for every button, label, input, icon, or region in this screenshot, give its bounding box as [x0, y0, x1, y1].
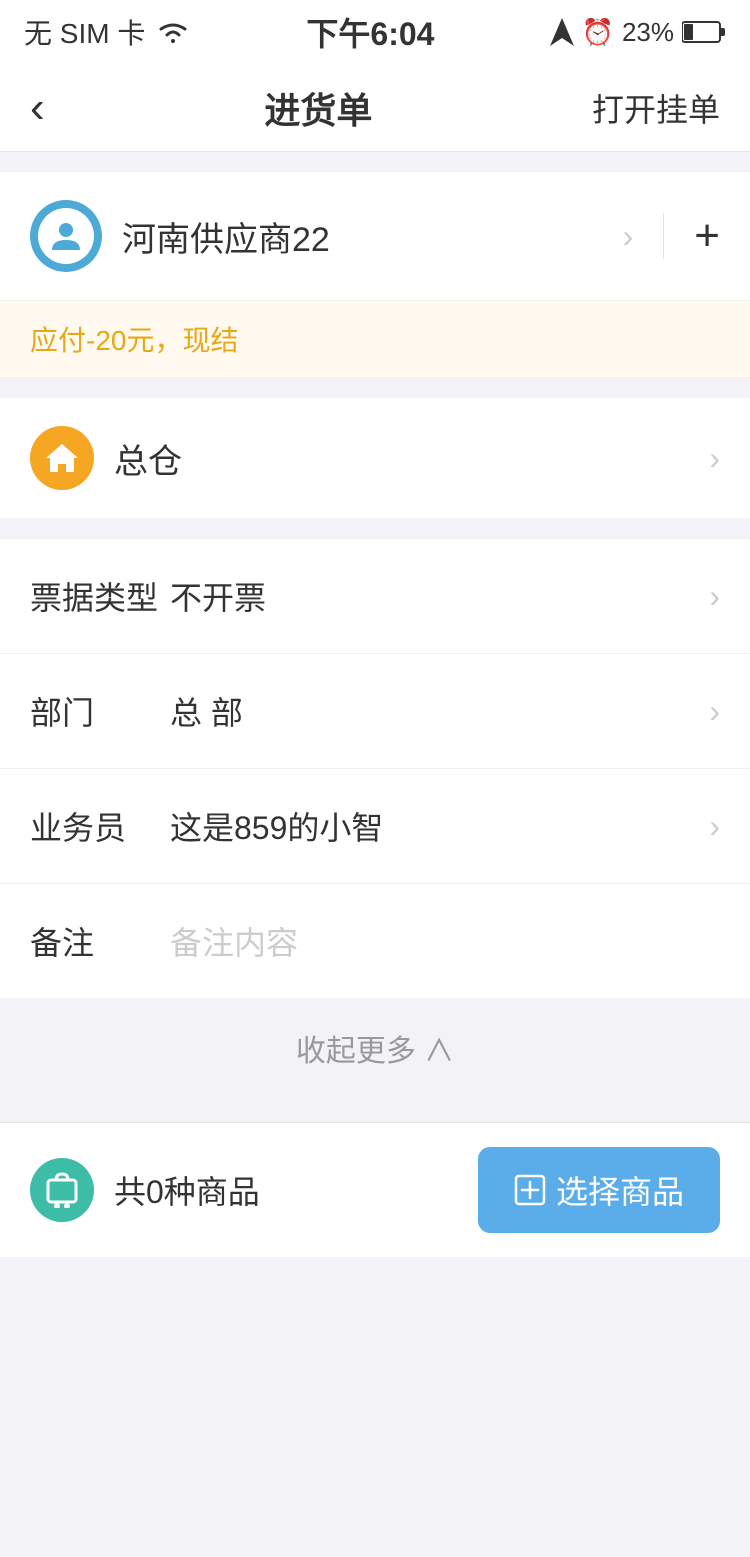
divider-2	[0, 378, 750, 398]
alarm-icon: ⏰	[582, 17, 614, 48]
remark-label: 备注	[30, 918, 170, 964]
warehouse-section: 总仓 ›	[0, 398, 750, 518]
salesperson-row[interactable]: 业务员 这是859的小智 ›	[0, 768, 750, 883]
network-status: 无 SIM 卡	[24, 12, 145, 52]
department-chevron-icon: ›	[709, 693, 720, 730]
status-time: 下午6:04	[306, 9, 434, 55]
open-hang-button[interactable]: 打开挂单	[592, 85, 720, 131]
add-supplier-button[interactable]: +	[694, 214, 720, 258]
battery-text: 23%	[622, 17, 674, 48]
divider-3	[0, 518, 750, 538]
supplier-name: 河南供应商22	[122, 212, 623, 261]
status-bar: 无 SIM 卡 下午6:04 ⏰ 23%	[0, 0, 750, 64]
select-product-button[interactable]: 选择商品	[478, 1147, 720, 1233]
product-count: 共0种商品	[114, 1167, 478, 1213]
cart-icon	[44, 1172, 80, 1208]
divider-top	[0, 152, 750, 172]
supplier-avatar	[30, 200, 102, 272]
vertical-divider	[663, 212, 664, 260]
remark-placeholder: 备注内容	[170, 918, 720, 964]
warehouse-chevron-icon: ›	[709, 440, 720, 477]
supplier-chevron-icon: ›	[623, 218, 634, 255]
house-icon	[44, 440, 80, 476]
product-bar: 共0种商品 选择商品	[0, 1122, 750, 1257]
avatar-inner	[38, 208, 94, 264]
supplier-row[interactable]: 河南供应商22 › +	[0, 172, 750, 301]
department-value: 总 部	[170, 688, 709, 734]
invoice-type-label: 票据类型	[30, 573, 170, 619]
back-button[interactable]: ‹	[30, 86, 45, 130]
notice-text: 应付-20元，现结	[30, 325, 238, 356]
select-product-icon	[514, 1174, 546, 1206]
warehouse-name: 总仓	[114, 434, 709, 483]
status-right: ⏰ 23%	[550, 17, 726, 48]
notice-banner: 应付-20元，现结	[0, 301, 750, 378]
department-label: 部门	[30, 688, 170, 734]
page-background	[0, 1257, 750, 1557]
salesperson-chevron-icon: ›	[709, 808, 720, 845]
warehouse-icon-wrap	[30, 426, 94, 490]
collapse-label: 收起更多 ∧	[296, 1026, 454, 1070]
invoice-type-value: 不开票	[170, 573, 709, 619]
person-icon	[50, 220, 82, 252]
battery-icon	[682, 20, 726, 44]
remark-row[interactable]: 备注 备注内容	[0, 883, 750, 998]
select-product-label: 选择商品	[556, 1167, 684, 1213]
invoice-chevron-icon: ›	[709, 578, 720, 615]
warehouse-row[interactable]: 总仓 ›	[0, 398, 750, 518]
divider-4	[0, 1098, 750, 1118]
location-icon	[550, 18, 574, 46]
salesperson-label: 业务员	[30, 803, 170, 849]
status-left: 无 SIM 卡	[24, 12, 191, 52]
product-icon-wrap	[30, 1158, 94, 1222]
department-row[interactable]: 部门 总 部 ›	[0, 653, 750, 768]
supplier-section: 河南供应商22 › + 应付-20元，现结	[0, 172, 750, 378]
salesperson-value: 这是859的小智	[170, 803, 709, 849]
page-title: 进货单	[264, 82, 372, 134]
invoice-type-row[interactable]: 票据类型 不开票 ›	[0, 538, 750, 653]
nav-bar: ‹ 进货单 打开挂单	[0, 64, 750, 152]
collapse-row[interactable]: 收起更多 ∧	[0, 998, 750, 1098]
form-section: 票据类型 不开票 › 部门 总 部 › 业务员 这是859的小智 › 备注 备注…	[0, 538, 750, 998]
wifi-icon	[155, 19, 191, 45]
